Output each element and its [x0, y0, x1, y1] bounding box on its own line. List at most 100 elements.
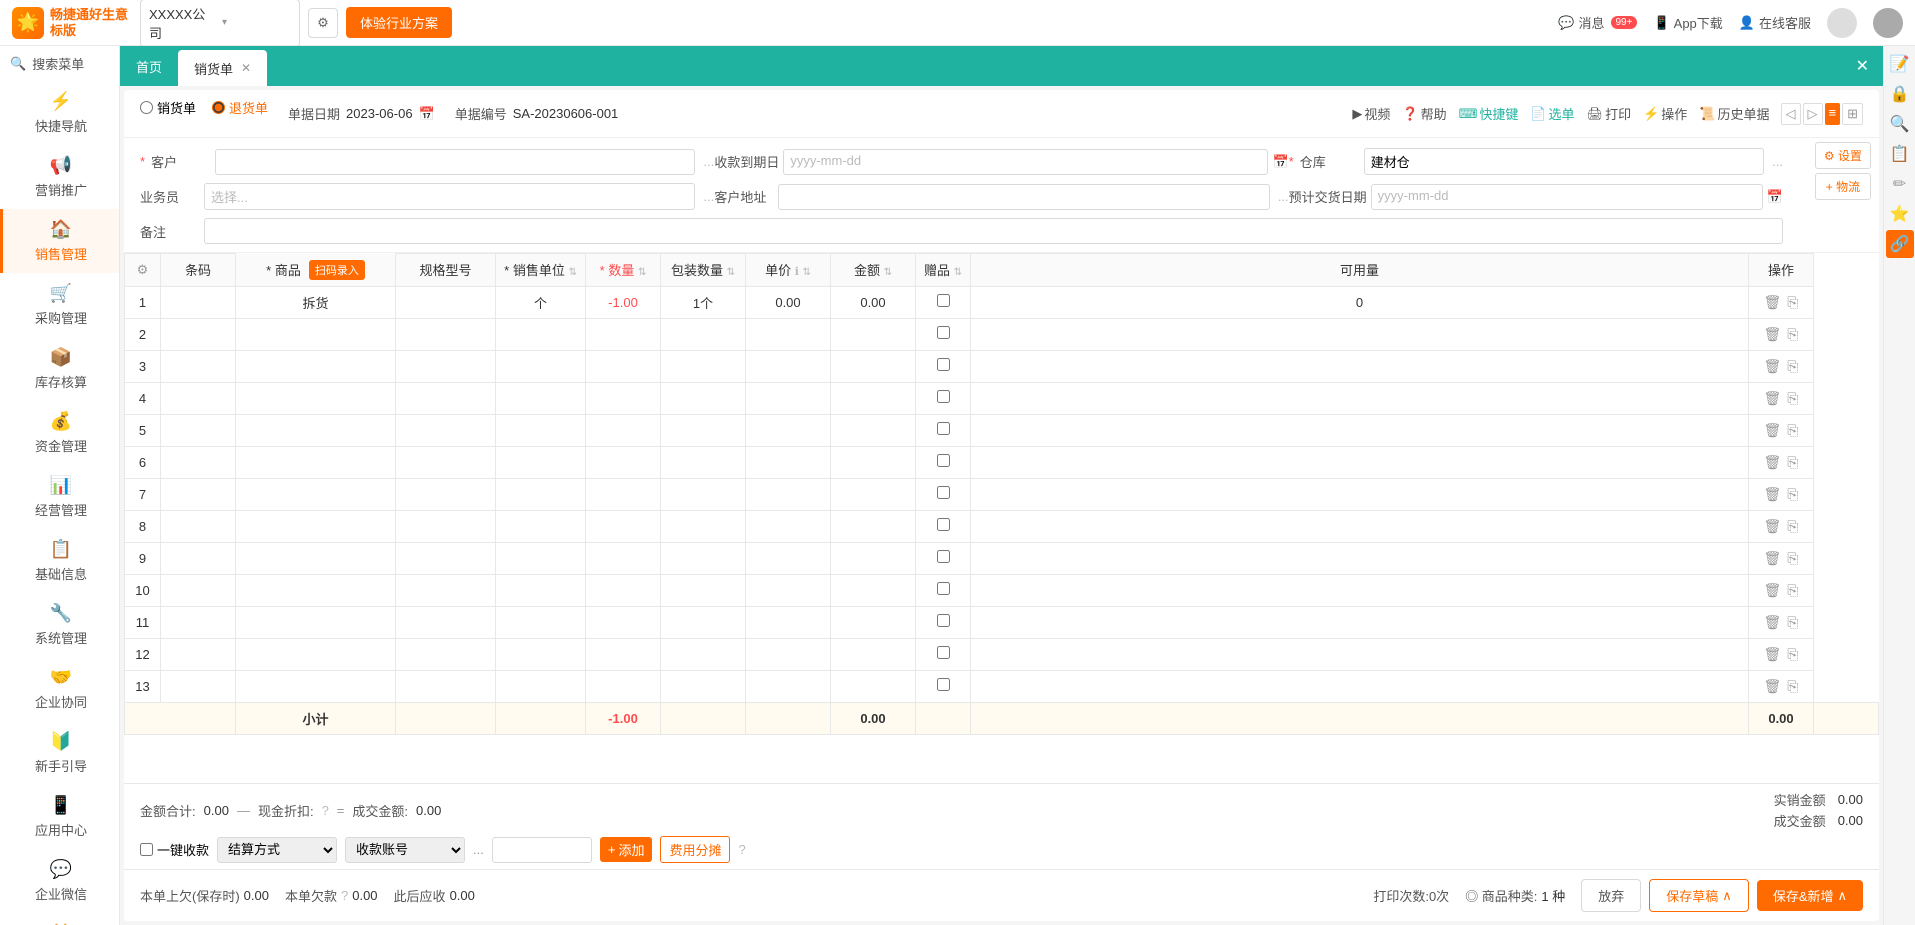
row-price-1[interactable]: 0.00: [746, 286, 831, 318]
delete-row-1-icon[interactable]: 🗑: [1764, 294, 1782, 311]
copy-icon[interactable]: ⎘: [1787, 646, 1798, 663]
settings-action-btn[interactable]: ⚙ 设置: [1815, 142, 1871, 169]
sidebar-item-marketing[interactable]: 📢 营销推广: [0, 145, 119, 209]
scan-input-btn[interactable]: 扫码录入: [309, 260, 365, 280]
sidebar-item-basic-info[interactable]: 📋 基础信息: [0, 529, 119, 593]
delete-icon[interactable]: 🗑: [1764, 454, 1782, 471]
delete-icon[interactable]: 🗑: [1764, 422, 1782, 439]
discount-info-icon[interactable]: ?: [322, 803, 329, 818]
payment-due-input[interactable]: yyyy-mm-dd: [783, 149, 1268, 175]
video-btn[interactable]: ▶ 视频: [1347, 102, 1395, 125]
delivery-date-input[interactable]: yyyy-mm-dd: [1371, 184, 1763, 210]
sidebar-item-inventory[interactable]: 📦 库存核算: [0, 337, 119, 401]
right-panel-edit-icon[interactable]: 📝: [1886, 50, 1914, 78]
sidebar-item-sales[interactable]: 🏠 销售管理: [0, 209, 119, 273]
settings-button[interactable]: ⚙: [308, 8, 338, 38]
row-unit-1[interactable]: 个: [496, 286, 586, 318]
user-avatar2[interactable]: [1873, 8, 1903, 38]
row-product-1[interactable]: 拆货: [236, 286, 396, 318]
delete-icon[interactable]: 🗑: [1764, 390, 1782, 407]
copy-icon[interactable]: ⎘: [1787, 678, 1798, 695]
help-btn[interactable]: ❓ 帮助: [1397, 102, 1451, 125]
customer-input[interactable]: [215, 149, 695, 175]
customer-dots[interactable]: ...: [703, 154, 714, 169]
copy-icon[interactable]: ⎘: [1787, 486, 1798, 503]
delete-icon[interactable]: 🗑: [1764, 358, 1782, 375]
print-btn[interactable]: 🖨 打印: [1582, 102, 1637, 125]
return-order-radio[interactable]: 退货单: [212, 98, 268, 117]
tab-sales-order[interactable]: 销货单 ✕: [178, 50, 267, 86]
copy-row-1-icon[interactable]: ⎘: [1787, 294, 1798, 311]
save-draft-button[interactable]: 保存草稿 ∧: [1649, 879, 1749, 912]
account-select[interactable]: 收款账号: [345, 837, 465, 863]
operations-btn[interactable]: ⚡ 操作: [1638, 102, 1692, 125]
row-gift-1[interactable]: [916, 286, 971, 318]
abandon-button[interactable]: 放弃: [1581, 879, 1641, 912]
select-bill-btn[interactable]: 📄 选单: [1525, 102, 1579, 125]
sidebar-item-guide[interactable]: 🔰 新手引导: [0, 721, 119, 785]
sidebar-item-operations[interactable]: 📊 经营管理: [0, 465, 119, 529]
trial-button[interactable]: 体验行业方案: [346, 7, 452, 38]
delete-icon[interactable]: 🗑: [1764, 486, 1782, 503]
date-calendar-icon[interactable]: 📅: [419, 106, 435, 122]
row-amount-1[interactable]: 0.00: [831, 286, 916, 318]
right-panel-pen-icon[interactable]: ✏: [1886, 170, 1914, 198]
customer-addr-dots[interactable]: ...: [1278, 189, 1289, 204]
copy-icon[interactable]: ⎘: [1787, 326, 1798, 343]
col-settings[interactable]: ⚙: [125, 254, 161, 287]
row-spec-1[interactable]: [396, 286, 496, 318]
amount-input[interactable]: [492, 837, 592, 863]
sidebar-search[interactable]: 🔍 搜索菜单: [0, 46, 119, 81]
message-button[interactable]: 💬 消息 99+: [1558, 13, 1637, 32]
delivery-date-calendar-icon[interactable]: 📅: [1767, 189, 1783, 205]
delete-icon[interactable]: 🗑: [1764, 518, 1782, 535]
save-new-button[interactable]: 保存&新增 ∧: [1757, 880, 1863, 911]
grid-view-btn[interactable]: ⊞: [1842, 103, 1863, 125]
calc-method-select[interactable]: 结算方式: [217, 837, 337, 863]
copy-icon[interactable]: ⎘: [1787, 390, 1798, 407]
sidebar-item-quick-nav[interactable]: ⚡ 快捷导航: [0, 81, 119, 145]
app-download-button[interactable]: 📱 App下载: [1653, 13, 1722, 32]
table-settings-icon[interactable]: ⚙: [137, 262, 149, 277]
copy-icon[interactable]: ⎘: [1787, 358, 1798, 375]
remarks-input[interactable]: [204, 218, 1783, 244]
sidebar-item-members[interactable]: 👑 畅会员: [0, 913, 119, 925]
tab-bar-close-button[interactable]: ✕: [1842, 46, 1883, 86]
sales-order-radio[interactable]: 销货单: [140, 98, 196, 117]
one-click-pay-checkbox[interactable]: 一键收款: [140, 840, 209, 859]
right-panel-search-icon[interactable]: 🔍: [1886, 110, 1914, 138]
online-service-button[interactable]: 👤 在线客服: [1739, 13, 1811, 32]
list-view-btn[interactable]: ≡: [1825, 103, 1841, 125]
row-barcode-1[interactable]: [161, 286, 236, 318]
salesperson-dots[interactable]: ...: [703, 189, 714, 204]
sidebar-item-finance[interactable]: 💰 资金管理: [0, 401, 119, 465]
history-btn[interactable]: 📜 历史单据: [1694, 102, 1774, 125]
sidebar-item-enterprise[interactable]: 🤝 企业协同: [0, 657, 119, 721]
shortcut-btn[interactable]: ⌨ 快捷键: [1454, 102, 1524, 125]
copy-icon[interactable]: ⎘: [1787, 518, 1798, 535]
payment-due-calendar-icon[interactable]: 📅: [1272, 154, 1288, 170]
copy-icon[interactable]: ⎘: [1787, 614, 1798, 631]
prev-record-btn[interactable]: ◁: [1781, 103, 1801, 125]
warehouse-dots[interactable]: ...: [1772, 154, 1783, 169]
right-panel-list-icon[interactable]: 📋: [1886, 140, 1914, 168]
row-pkgqty-1[interactable]: 1个: [661, 286, 746, 318]
fee-question-icon[interactable]: ?: [738, 842, 745, 857]
copy-icon[interactable]: ⎘: [1787, 582, 1798, 599]
delete-icon[interactable]: 🗑: [1764, 614, 1782, 631]
delete-icon[interactable]: 🗑: [1764, 582, 1782, 599]
salesperson-input[interactable]: 选择...: [204, 183, 695, 210]
user-avatar[interactable]: [1827, 8, 1857, 38]
copy-icon[interactable]: ⎘: [1787, 550, 1798, 567]
delete-icon[interactable]: 🗑: [1764, 678, 1782, 695]
sidebar-item-purchase[interactable]: 🛒 采购管理: [0, 273, 119, 337]
copy-icon[interactable]: ⎘: [1787, 454, 1798, 471]
right-panel-active-icon[interactable]: 🔗: [1886, 230, 1914, 258]
fee-split-btn[interactable]: 费用分摊: [660, 836, 730, 863]
logistics-action-btn[interactable]: + 物流: [1815, 173, 1871, 200]
next-record-btn[interactable]: ▷: [1803, 103, 1823, 125]
warehouse-input[interactable]: 建材仓: [1364, 148, 1764, 175]
tab-home[interactable]: 首页: [120, 46, 178, 86]
row-qty-1[interactable]: -1.00: [586, 286, 661, 318]
add-payment-btn[interactable]: + 添加: [600, 837, 653, 862]
